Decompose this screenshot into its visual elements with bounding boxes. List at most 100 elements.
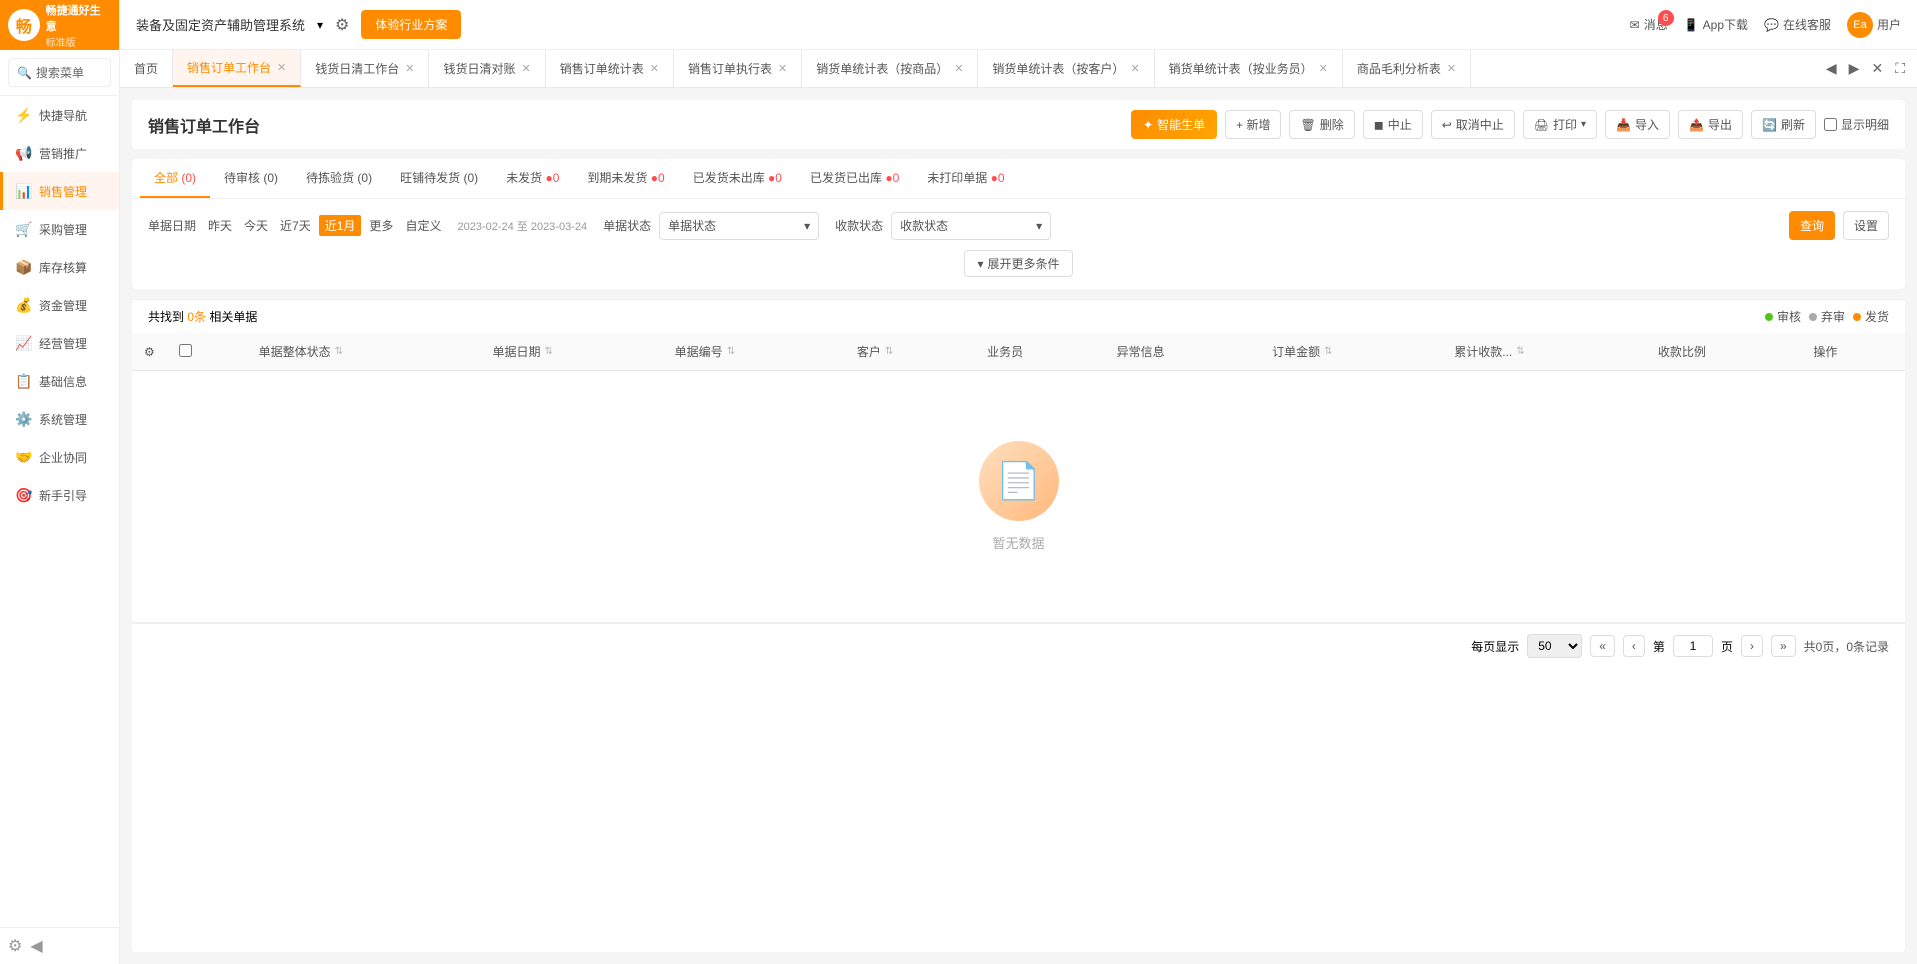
filter-tab-shipped-out[interactable]: 已发货已出库 ●0: [796, 159, 913, 198]
user-profile-button[interactable]: Ea 用户: [1847, 12, 1901, 38]
tab-home[interactable]: 首页: [120, 50, 173, 87]
th-date: 单据日期 ⇅: [481, 333, 663, 371]
filter-date-today[interactable]: 今天: [240, 215, 272, 236]
tab-prev-button[interactable]: ◀: [1822, 58, 1841, 79]
export-button[interactable]: 📤 导出: [1678, 110, 1743, 139]
sidebar-item-quick[interactable]: ⚡ 快捷导航: [0, 96, 119, 134]
filter-date-7days[interactable]: 近7天: [276, 215, 315, 236]
filter-date-custom[interactable]: 自定义: [401, 215, 445, 236]
tab-next-button[interactable]: ▶: [1845, 58, 1864, 79]
tab-cash-daily-close[interactable]: ✕: [405, 62, 414, 75]
filter-status-select[interactable]: 单据状态 ▾: [659, 212, 819, 240]
message-button[interactable]: ✉ 消息 6: [1630, 16, 1668, 33]
import-button[interactable]: 📥 导入: [1605, 110, 1670, 139]
filter-tab-pending-review[interactable]: 待审核 (0): [210, 159, 292, 198]
tab-fullscreen-button[interactable]: ⛶: [1891, 58, 1909, 79]
expand-conditions-button[interactable]: ▾ 展开更多条件: [964, 250, 1072, 277]
export-label: 导出: [1708, 116, 1732, 133]
header-gear-icon[interactable]: ⚙: [335, 15, 349, 35]
sidebar-item-newbie[interactable]: 🎯 新手引导: [0, 476, 119, 514]
filter-tab-pending-check[interactable]: 待拣验货 (0): [292, 159, 386, 198]
tab-sales-exec[interactable]: 销售订单执行表 ✕: [674, 50, 802, 87]
tab-sales-summary-prod[interactable]: 销货单统计表（按商品） ✕: [802, 50, 978, 87]
next-page-button[interactable]: ›: [1741, 635, 1763, 657]
show-detail-checkbox[interactable]: [1824, 118, 1837, 131]
tab-sales-order-close[interactable]: ✕: [277, 61, 286, 74]
th-status-sort-icon[interactable]: ⇅: [335, 346, 343, 357]
th-staff: 业务员: [975, 333, 1105, 371]
tab-gross-profit[interactable]: 商品毛利分析表 ✕: [1343, 50, 1471, 87]
last-page-button[interactable]: »: [1771, 635, 1796, 657]
filter-date-1month[interactable]: 近1月: [319, 215, 362, 236]
top-header: 装备及固定资产辅助管理系统 ▾ ⚙ 体验行业方案 ✉ 消息 6 📱 App下载 …: [120, 0, 1917, 50]
cancel-review-action-button[interactable]: 弃审: [1809, 308, 1845, 325]
tab-sales-summary-cust-close[interactable]: ✕: [1130, 62, 1139, 75]
filter-tab-wangpu[interactable]: 旺铺待发货 (0): [386, 159, 492, 198]
solution-button[interactable]: 体验行业方案: [361, 10, 461, 39]
th-date-sort-icon[interactable]: ⇅: [545, 346, 553, 357]
first-page-button[interactable]: «: [1590, 635, 1615, 657]
tab-cash-reconcile[interactable]: 钱货日清对账 ✕: [429, 50, 545, 87]
sidebar-item-operation[interactable]: 📈 经营管理: [0, 324, 119, 362]
sidebar-item-system[interactable]: ⚙️ 系统管理: [0, 400, 119, 438]
th-ratio-label: 收款比例: [1658, 345, 1706, 359]
th-number-sort-icon[interactable]: ⇅: [727, 346, 735, 357]
sidebar-item-basic[interactable]: 📋 基础信息: [0, 362, 119, 400]
sidebar-collapse-button[interactable]: ◀: [30, 936, 42, 956]
filter-tab-pending-check-count: (0): [357, 171, 372, 185]
th-customer-sort-icon[interactable]: ⇅: [885, 346, 893, 357]
tab-sales-summary-staff-close[interactable]: ✕: [1319, 62, 1328, 75]
page-number-input[interactable]: [1673, 635, 1713, 657]
filter-payment-select[interactable]: 收款状态 ▾: [891, 212, 1051, 240]
sidebar-item-inventory[interactable]: 📦 库存核算: [0, 248, 119, 286]
filter-date-options: 昨天 今天 近7天 近1月 更多 自定义: [204, 215, 445, 236]
select-all-checkbox[interactable]: [179, 344, 192, 357]
tab-sales-stat-close[interactable]: ✕: [650, 62, 659, 75]
show-detail-checkbox-label: 显示明细: [1824, 116, 1889, 133]
ai-generate-button[interactable]: ✦ 智能生单: [1131, 110, 1217, 139]
tab-sales-summary-prod-close[interactable]: ✕: [954, 62, 963, 75]
th-amount-sort-icon[interactable]: ⇅: [1324, 346, 1332, 357]
print-button[interactable]: 🖨 打印 ▾: [1523, 110, 1597, 139]
online-service-button[interactable]: 💬 在线客服: [1764, 16, 1831, 33]
filter-settings-button[interactable]: 设置: [1843, 211, 1889, 240]
sidebar-search-button[interactable]: 🔍 搜索菜单: [8, 58, 111, 87]
tab-sales-order[interactable]: 销售订单工作台 ✕: [173, 50, 301, 87]
th-collected-sort-icon[interactable]: ⇅: [1516, 346, 1524, 357]
sidebar-settings-button[interactable]: ⚙: [8, 936, 22, 956]
tab-sales-summary-staff[interactable]: 销货单统计表（按业务员） ✕: [1155, 50, 1343, 87]
filter-tab-not-shipped[interactable]: 未发货 ●0: [492, 159, 573, 198]
sidebar-item-finance[interactable]: 💰 资金管理: [0, 286, 119, 324]
tab-cash-daily[interactable]: 钱货日清工作台 ✕: [301, 50, 429, 87]
add-button[interactable]: + 新增: [1225, 110, 1281, 139]
review-action-button[interactable]: 审核: [1765, 308, 1801, 325]
filter-tab-all[interactable]: 全部 (0): [140, 159, 210, 198]
tab-sales-stat[interactable]: 销售订单统计表 ✕: [546, 50, 674, 87]
filter-tab-shipped-not-out[interactable]: 已发货未出库 ●0: [679, 159, 796, 198]
query-button[interactable]: 查询: [1789, 211, 1835, 240]
filter-date-yesterday[interactable]: 昨天: [204, 215, 236, 236]
tab-close-all-button[interactable]: ✕: [1867, 58, 1887, 79]
filter-tab-expired-not-shipped[interactable]: 到期未发货 ●0: [573, 159, 678, 198]
cancel-stop-button[interactable]: ↩ 取消中止: [1431, 110, 1515, 139]
tab-cash-reconcile-close[interactable]: ✕: [522, 62, 531, 75]
tab-gross-profit-close[interactable]: ✕: [1447, 62, 1456, 75]
app-download-button[interactable]: 📱 App下载: [1684, 16, 1748, 33]
stop-button[interactable]: ◼ 中止: [1363, 110, 1423, 139]
ship-action-button[interactable]: 发货: [1853, 308, 1889, 325]
basic-icon: 📋: [15, 372, 33, 390]
page-size-select[interactable]: 10 20 50 100: [1527, 634, 1582, 658]
filter-date-item: 单据日期 昨天 今天 近7天 近1月 更多 自定义 2023-02-24 至 2…: [148, 215, 587, 236]
refresh-button[interactable]: 🔄 刷新: [1751, 110, 1816, 139]
filter-tab-not-printed[interactable]: 未打印单据 ●0: [913, 159, 1018, 198]
column-settings-icon[interactable]: ⚙: [144, 345, 155, 359]
sidebar-item-enterprise[interactable]: 🤝 企业协同: [0, 438, 119, 476]
prev-page-button[interactable]: ‹: [1623, 635, 1645, 657]
tab-sales-exec-close[interactable]: ✕: [778, 62, 787, 75]
sidebar-item-purchase[interactable]: 🛒 采购管理: [0, 210, 119, 248]
delete-button[interactable]: 🗑 删除: [1289, 110, 1354, 139]
sidebar-item-sales[interactable]: 📊 销售管理: [0, 172, 119, 210]
sidebar-item-marketing[interactable]: 📢 营销推广: [0, 134, 119, 172]
tab-sales-summary-cust[interactable]: 销货单统计表（按客户） ✕: [978, 50, 1154, 87]
filter-date-more[interactable]: 更多: [365, 215, 397, 236]
